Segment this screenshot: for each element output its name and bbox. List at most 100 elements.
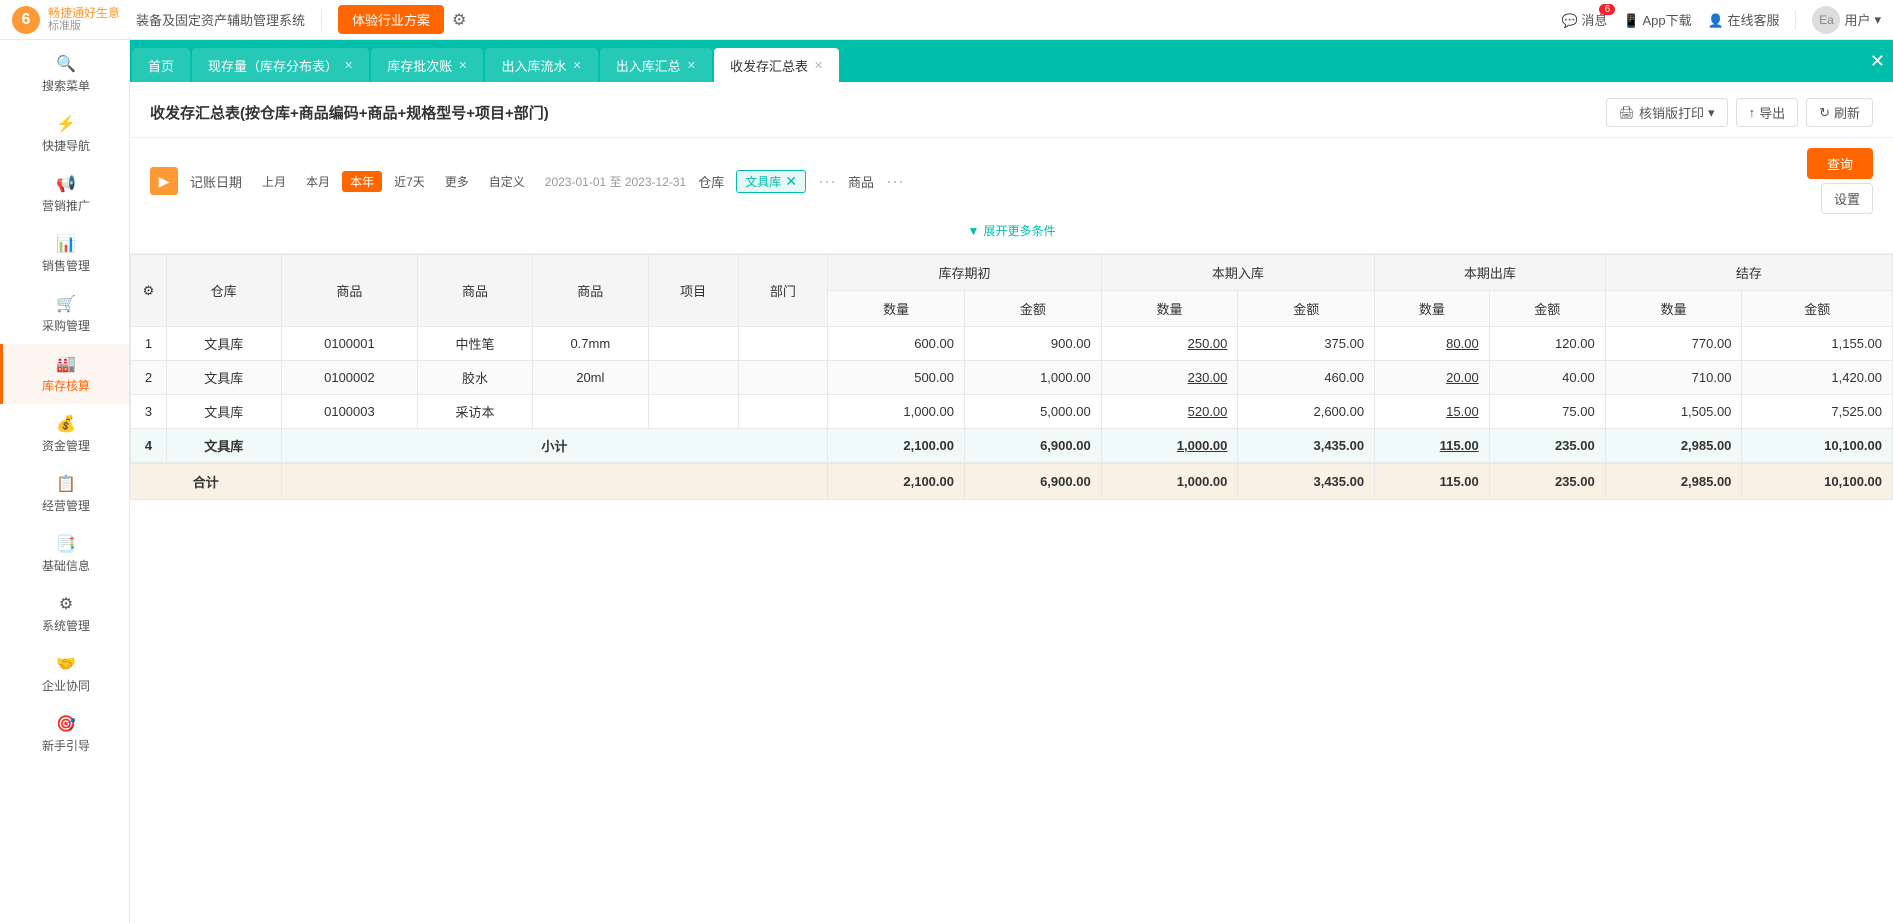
row2-dept <box>738 361 828 395</box>
sidebar-item-enterprise[interactable]: 🤝 企业协同 <box>0 644 129 704</box>
filter-right: 查询 设置 <box>1807 148 1873 214</box>
export-button[interactable]: ↑ 导出 <box>1736 98 1799 127</box>
subtotal-in-qty: 1,000.00 <box>1101 429 1238 464</box>
filter-settings-btn[interactable]: 设置 <box>1821 183 1873 214</box>
row1-init-qty: 600.00 <box>828 327 965 361</box>
date-more[interactable]: 更多 <box>437 171 477 192</box>
row2-init-amt: 1,000.00 <box>964 361 1101 395</box>
trial-button[interactable]: 体验行业方案 <box>338 5 444 34</box>
subtotal-label: 小计 <box>281 429 828 464</box>
remove-warehouse-tag[interactable]: ✕ <box>785 174 797 188</box>
refresh-button[interactable]: ↻ 刷新 <box>1806 98 1873 127</box>
query-button[interactable]: 查询 <box>1807 148 1873 179</box>
filter-toggle-btn[interactable]: ▶ <box>150 167 178 195</box>
sidebar-item-warehouse[interactable]: 🏭 库存核算 <box>0 344 129 404</box>
goods-label: 商品 <box>848 172 874 191</box>
sub-header-bal-amt: 金额 <box>1742 291 1893 327</box>
sidebar-item-marketing[interactable]: 📢 营销推广 <box>0 164 129 224</box>
sub-header-in-amt: 金额 <box>1238 291 1375 327</box>
app-logo: 6 <box>12 6 40 34</box>
date-prev-month[interactable]: 上月 <box>254 171 294 192</box>
sidebar-item-purchase[interactable]: 🛒 采购管理 <box>0 284 129 344</box>
main-area: 🔍 搜索菜单 ⚡ 快捷导航 📢 营销推广 📊 销售管理 🛒 采购管理 🏭 <box>0 40 1893 923</box>
row2-name: 胶水 <box>418 361 533 395</box>
tab-home[interactable]: 首页 <box>132 48 190 82</box>
total-bal-qty: 2,985.00 <box>1605 463 1742 500</box>
chevron-down-icon2: ▾ <box>1708 105 1715 121</box>
page-content: 收发存汇总表(按仓库+商品编码+商品+规格型号+项目+部门) 🖨 核销版打印 ▾… <box>130 82 1893 923</box>
app-download-btn[interactable]: 📱 App下载 <box>1623 10 1691 29</box>
tab-receipt-summary[interactable]: 收发存汇总表 ✕ <box>714 48 839 82</box>
row3-out-qty[interactable]: 15.00 <box>1375 395 1490 429</box>
date-this-year[interactable]: 本年 <box>342 171 382 192</box>
gear-header[interactable]: ⚙ <box>131 255 167 327</box>
total-bal-amt: 10,100.00 <box>1742 463 1893 500</box>
tab-batch-ledger[interactable]: 库存批次账 ✕ <box>371 48 483 82</box>
sidebar-item-sales[interactable]: 📊 销售管理 <box>0 224 129 284</box>
row1-in-qty[interactable]: 250.00 <box>1101 327 1238 361</box>
marketing-icon: 📢 <box>56 174 76 194</box>
total-row: 合计 2,100.00 6,900.00 1,000.00 3,435.00 1… <box>131 463 1893 500</box>
header-init: 库存期初 <box>828 255 1101 291</box>
divider <box>321 10 322 30</box>
print-button[interactable]: 🖨 核销版打印 ▾ <box>1606 98 1728 127</box>
row2-spec: 20ml <box>532 361 648 395</box>
close-tab-receipt-summary[interactable]: ✕ <box>814 59 823 72</box>
expand-conditions-btn[interactable]: ▼ 展开更多条件 <box>956 218 1068 243</box>
sidebar-item-search[interactable]: 🔍 搜索菜单 <box>0 44 129 104</box>
row2-in-qty[interactable]: 230.00 <box>1101 361 1238 395</box>
notification-btn[interactable]: 💬 6 消息 <box>1562 10 1608 29</box>
sub-header-out-amt: 金额 <box>1489 291 1605 327</box>
notification-badge: 6 <box>1599 4 1615 15</box>
sidebar-item-operations[interactable]: 📋 经营管理 <box>0 464 129 524</box>
row1-in-amt: 375.00 <box>1238 327 1375 361</box>
table-row: 3 文具库 0100003 采访本 1,000.00 5,000.00 520.… <box>131 395 1893 429</box>
warehouse-more-btn[interactable]: ··· <box>818 172 836 190</box>
date-7days[interactable]: 近7天 <box>386 171 433 192</box>
subtotal-init-qty: 2,100.00 <box>828 429 965 464</box>
row1-out-qty[interactable]: 80.00 <box>1375 327 1490 361</box>
date-this-month[interactable]: 本月 <box>298 171 338 192</box>
online-service-btn[interactable]: 👤 在线客服 <box>1708 10 1780 29</box>
sub-header-init-amt: 金额 <box>964 291 1101 327</box>
sub-header-init-qty: 数量 <box>828 291 965 327</box>
row1-num: 1 <box>131 327 167 361</box>
sidebar-item-quick-nav[interactable]: ⚡ 快捷导航 <box>0 104 129 164</box>
table-row: 1 文具库 0100001 中性笔 0.7mm 600.00 900.00 25… <box>131 327 1893 361</box>
tab-in-out-summary[interactable]: 出入库汇总 ✕ <box>600 48 712 82</box>
close-tab-inventory-dist[interactable]: ✕ <box>344 59 353 72</box>
table-row: 2 文具库 0100002 胶水 20ml 500.00 1,000.00 23… <box>131 361 1893 395</box>
page-title: 收发存汇总表(按仓库+商品编码+商品+规格型号+项目+部门) <box>150 102 549 123</box>
row3-in-qty[interactable]: 520.00 <box>1101 395 1238 429</box>
close-tab-in-out-flow[interactable]: ✕ <box>573 59 582 72</box>
total-out-qty: 115.00 <box>1375 463 1490 500</box>
header-name: 商品 <box>418 255 533 327</box>
row2-num: 2 <box>131 361 167 395</box>
sidebar-item-newbie[interactable]: 🎯 新手引导 <box>0 704 129 764</box>
row3-code: 0100003 <box>281 395 418 429</box>
tab-in-out-flow[interactable]: 出入库流水 ✕ <box>485 48 597 82</box>
content-area: 首页 现存量（库存分布表） ✕ 库存批次账 ✕ 出入库流水 ✕ 出入库汇总 ✕ <box>130 40 1893 923</box>
total-in-qty: 1,000.00 <box>1101 463 1238 500</box>
header-project: 项目 <box>648 255 738 327</box>
sidebar-item-base-info[interactable]: 📑 基础信息 <box>0 524 129 584</box>
settings-icon[interactable]: ⚙ <box>452 10 466 30</box>
subtotal-num: 4 <box>131 429 167 464</box>
newbie-icon: 🎯 <box>56 714 76 734</box>
close-tab-in-out-summary[interactable]: ✕ <box>687 59 696 72</box>
row3-project <box>648 395 738 429</box>
user-menu[interactable]: Ea 用户 ▾ <box>1812 6 1881 34</box>
sidebar-item-finance[interactable]: 💰 资金管理 <box>0 404 129 464</box>
warehouse-label: 仓库 <box>698 172 724 191</box>
enterprise-icon: 🤝 <box>56 654 76 674</box>
tab-inventory-dist[interactable]: 现存量（库存分布表） ✕ <box>192 48 369 82</box>
goods-more-btn[interactable]: ··· <box>886 172 904 190</box>
row2-out-qty[interactable]: 20.00 <box>1375 361 1490 395</box>
sidebar-item-system[interactable]: ⚙ 系统管理 <box>0 584 129 644</box>
total-init-qty: 2,100.00 <box>828 463 965 500</box>
row3-warehouse: 文具库 <box>167 395 282 429</box>
expand-icon: ▼ <box>968 224 980 238</box>
close-tab-batch-ledger[interactable]: ✕ <box>458 59 467 72</box>
date-custom[interactable]: 自定义 <box>481 171 533 192</box>
close-all-tabs[interactable]: ✕ <box>1870 51 1885 72</box>
